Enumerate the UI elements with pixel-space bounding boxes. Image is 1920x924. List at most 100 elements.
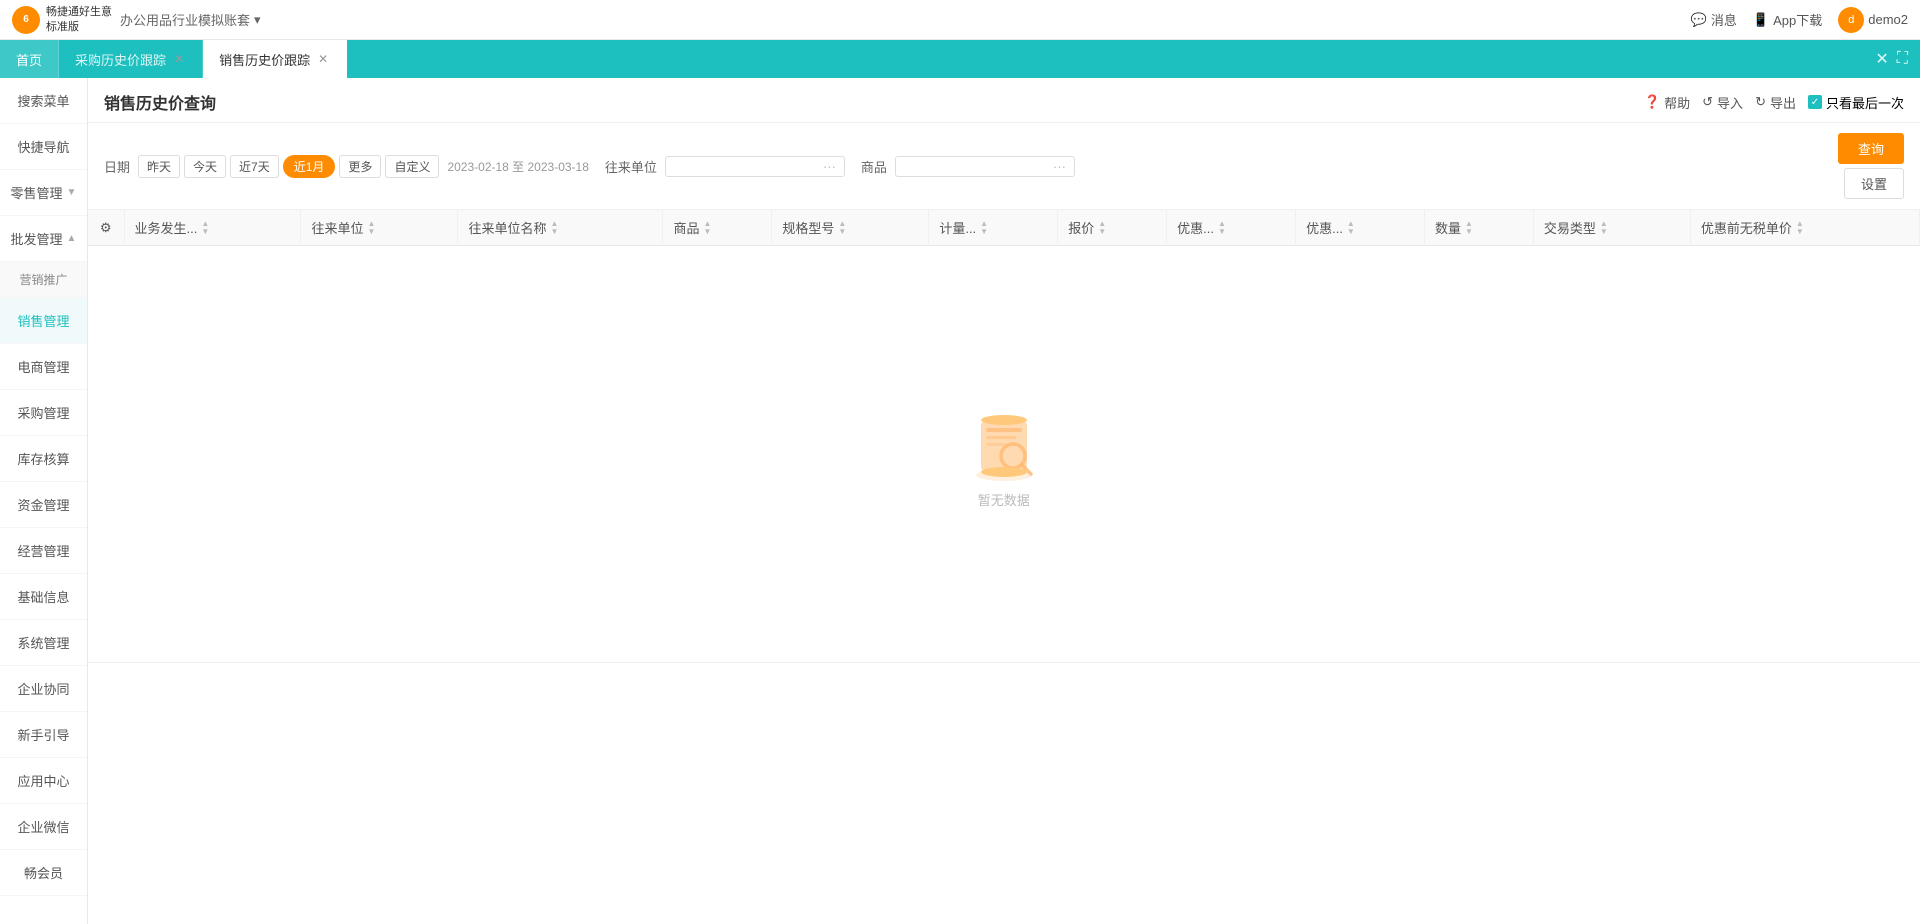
sidebar-item-quick-nav[interactable]: 快捷导航 bbox=[0, 124, 87, 170]
date-range-text: 2023-02-18 至 2023-03-18 bbox=[447, 158, 588, 175]
sidebar-item-guide[interactable]: 新手引导 bbox=[0, 712, 87, 758]
logo-area: 6 畅捷通好生意 标准版 bbox=[12, 5, 112, 34]
logo-icon: 6 bbox=[12, 6, 40, 34]
table-header-row: ⚙ 业务发生... ▲▼ 往来单位 bbox=[88, 210, 1920, 246]
sidebar-item-enterprise[interactable]: 企业协同 bbox=[0, 666, 87, 712]
date-btn-7days[interactable]: 近7天 bbox=[230, 155, 279, 178]
sidebar-item-wholesale[interactable]: 批发管理 ▲ bbox=[0, 216, 87, 262]
sidebar-item-wechat[interactable]: 企业微信 bbox=[0, 804, 87, 850]
col-unit[interactable]: 计量... ▲▼ bbox=[929, 210, 1058, 246]
col-price[interactable]: 报价 ▲▼ bbox=[1058, 210, 1167, 246]
product-label: 商品 bbox=[861, 157, 887, 176]
app-download-btn[interactable]: 📱 App下载 bbox=[1753, 10, 1822, 29]
col-product[interactable]: 商品 ▲▼ bbox=[663, 210, 772, 246]
sort-icon: ▲▼ bbox=[980, 220, 988, 236]
message-btn[interactable]: 💬 消息 bbox=[1691, 10, 1737, 29]
sidebar-item-finance[interactable]: 资金管理 bbox=[0, 482, 87, 528]
tab-home[interactable]: 首页 bbox=[0, 40, 59, 78]
col-settings[interactable]: ⚙ bbox=[88, 210, 124, 246]
partner-input[interactable]: ··· bbox=[665, 156, 845, 177]
content-area: 销售历史价查询 ❓ 帮助 ↺ 导入 ↻ 导出 ✓ bbox=[88, 78, 1920, 924]
settings-button[interactable]: 设置 bbox=[1844, 168, 1904, 199]
filter-right-group: 查询 设置 bbox=[1836, 133, 1904, 199]
sort-icon: ▲▼ bbox=[550, 220, 558, 236]
date-btn-custom[interactable]: 自定义 bbox=[385, 155, 439, 178]
date-btn-today[interactable]: 今天 bbox=[184, 155, 226, 178]
date-btn-1month[interactable]: 近1月 bbox=[283, 155, 336, 178]
sidebar-item-ecommerce[interactable]: 电商管理 bbox=[0, 344, 87, 390]
empty-text: 暂无数据 bbox=[978, 490, 1030, 509]
col-spec[interactable]: 规格型号 ▲▼ bbox=[772, 210, 929, 246]
settings-icon[interactable]: ⚙ bbox=[100, 220, 112, 235]
tab-close-purchase[interactable]: ✕ bbox=[172, 50, 186, 68]
export-btn[interactable]: ↻ 导出 bbox=[1755, 93, 1796, 112]
empty-illustration bbox=[959, 400, 1049, 490]
sidebar-item-inventory[interactable]: 库存核算 bbox=[0, 436, 87, 482]
page-header-actions: ❓ 帮助 ↺ 导入 ↻ 导出 ✓ 只看最后一次 bbox=[1644, 93, 1904, 112]
query-button[interactable]: 查询 bbox=[1838, 133, 1904, 164]
maximize-btn[interactable]: ⛶ bbox=[1897, 50, 1908, 68]
help-icon: ❓ bbox=[1644, 94, 1660, 110]
logo-text: 畅捷通好生意 标准版 bbox=[46, 5, 112, 34]
sidebar-item-marketing[interactable]: 营销推广 bbox=[0, 262, 87, 298]
sidebar-item-basic-info[interactable]: 基础信息 bbox=[0, 574, 87, 620]
import-btn[interactable]: ↺ 导入 bbox=[1702, 93, 1743, 112]
sidebar-item-sales-mgmt[interactable]: 销售管理 bbox=[0, 298, 87, 344]
sidebar-item-operations[interactable]: 经营管理 bbox=[0, 528, 87, 574]
tab-bar-end: ✕ ⛶ bbox=[1875, 49, 1920, 69]
close-tab-btn[interactable]: ✕ bbox=[1875, 49, 1888, 69]
col-pre-tax-price[interactable]: 优惠前无税单价 ▲▼ bbox=[1690, 210, 1919, 246]
sort-icon: ▲▼ bbox=[1796, 220, 1804, 236]
partner-dots[interactable]: ··· bbox=[823, 159, 836, 174]
sort-icon: ▲▼ bbox=[838, 220, 846, 236]
sort-icon: ▲▼ bbox=[367, 220, 375, 236]
date-label: 日期 bbox=[104, 157, 130, 176]
tab-purchase-history[interactable]: 采购历史价跟踪 ✕ bbox=[59, 40, 203, 78]
sort-icon: ▲▼ bbox=[1600, 220, 1608, 236]
sort-icon: ▲▼ bbox=[1098, 220, 1106, 236]
date-btn-more[interactable]: 更多 bbox=[339, 155, 381, 178]
avatar: d bbox=[1838, 7, 1864, 33]
only-last-checkbox[interactable]: ✓ bbox=[1808, 95, 1822, 109]
app-title[interactable]: 办公用品行业模拟账套 ▾ bbox=[120, 10, 261, 29]
only-last-checkbox-group[interactable]: ✓ 只看最后一次 bbox=[1808, 93, 1904, 112]
col-partner-name[interactable]: 往来单位名称 ▲▼ bbox=[458, 210, 663, 246]
sidebar-item-retail[interactable]: 零售管理 ▼ bbox=[0, 170, 87, 216]
top-bar-right: 💬 消息 📱 App下载 d demo2 bbox=[1691, 7, 1908, 33]
data-table: ⚙ 业务发生... ▲▼ 往来单位 bbox=[88, 210, 1920, 663]
col-discount1[interactable]: 优惠... ▲▼ bbox=[1167, 210, 1296, 246]
help-btn[interactable]: ❓ 帮助 bbox=[1644, 93, 1690, 112]
chevron-down-icon: ▼ bbox=[67, 187, 77, 198]
product-dots[interactable]: ··· bbox=[1053, 159, 1066, 174]
partner-label: 往来单位 bbox=[605, 157, 657, 176]
sidebar: 搜索菜单 快捷导航 零售管理 ▼ 批发管理 ▲ 营销推广 销售管理 电商管理 采… bbox=[0, 78, 88, 924]
col-biz-date[interactable]: 业务发生... ▲▼ bbox=[124, 210, 301, 246]
col-quantity[interactable]: 数量 ▲▼ bbox=[1425, 210, 1534, 246]
page-content: 销售历史价查询 ❓ 帮助 ↺ 导入 ↻ 导出 ✓ bbox=[88, 78, 1920, 924]
export-icon: ↻ bbox=[1755, 94, 1766, 110]
sidebar-item-purchase[interactable]: 采购管理 bbox=[0, 390, 87, 436]
date-buttons: 昨天 今天 近7天 近1月 更多 自定义 bbox=[138, 155, 439, 178]
top-bar-left: 6 畅捷通好生意 标准版 办公用品行业模拟账套 ▾ bbox=[12, 5, 261, 34]
import-icon: ↺ bbox=[1702, 94, 1713, 110]
page-header: 销售历史价查询 ❓ 帮助 ↺ 导入 ↻ 导出 ✓ bbox=[88, 78, 1920, 123]
sidebar-item-member[interactable]: 畅会员 bbox=[0, 850, 87, 896]
col-trade-type[interactable]: 交易类型 ▲▼ bbox=[1533, 210, 1690, 246]
tab-sales-history[interactable]: 销售历史价跟踪 ✕ bbox=[203, 40, 347, 78]
empty-state: 暂无数据 bbox=[98, 254, 1910, 654]
sidebar-item-app-center[interactable]: 应用中心 bbox=[0, 758, 87, 804]
user-profile-btn[interactable]: d demo2 bbox=[1838, 7, 1908, 33]
product-input[interactable]: ··· bbox=[895, 156, 1075, 177]
date-filter-group: 日期 昨天 今天 近7天 近1月 更多 自定义 2023-02-18 至 202… bbox=[104, 155, 589, 178]
col-partner-code[interactable]: 往来单位 ▲▼ bbox=[301, 210, 458, 246]
date-btn-yesterday[interactable]: 昨天 bbox=[138, 155, 180, 178]
filter-bar: 日期 昨天 今天 近7天 近1月 更多 自定义 2023-02-18 至 202… bbox=[88, 123, 1920, 210]
message-icon: 💬 bbox=[1691, 12, 1707, 28]
sidebar-item-search[interactable]: 搜索菜单 bbox=[0, 78, 87, 124]
sidebar-item-system[interactable]: 系统管理 bbox=[0, 620, 87, 666]
table-container: ⚙ 业务发生... ▲▼ 往来单位 bbox=[88, 210, 1920, 924]
col-discount2[interactable]: 优惠... ▲▼ bbox=[1296, 210, 1425, 246]
tab-close-sales[interactable]: ✕ bbox=[316, 50, 330, 68]
chevron-up-icon: ▲ bbox=[67, 233, 77, 244]
partner-filter-group: 往来单位 ··· bbox=[605, 156, 845, 177]
